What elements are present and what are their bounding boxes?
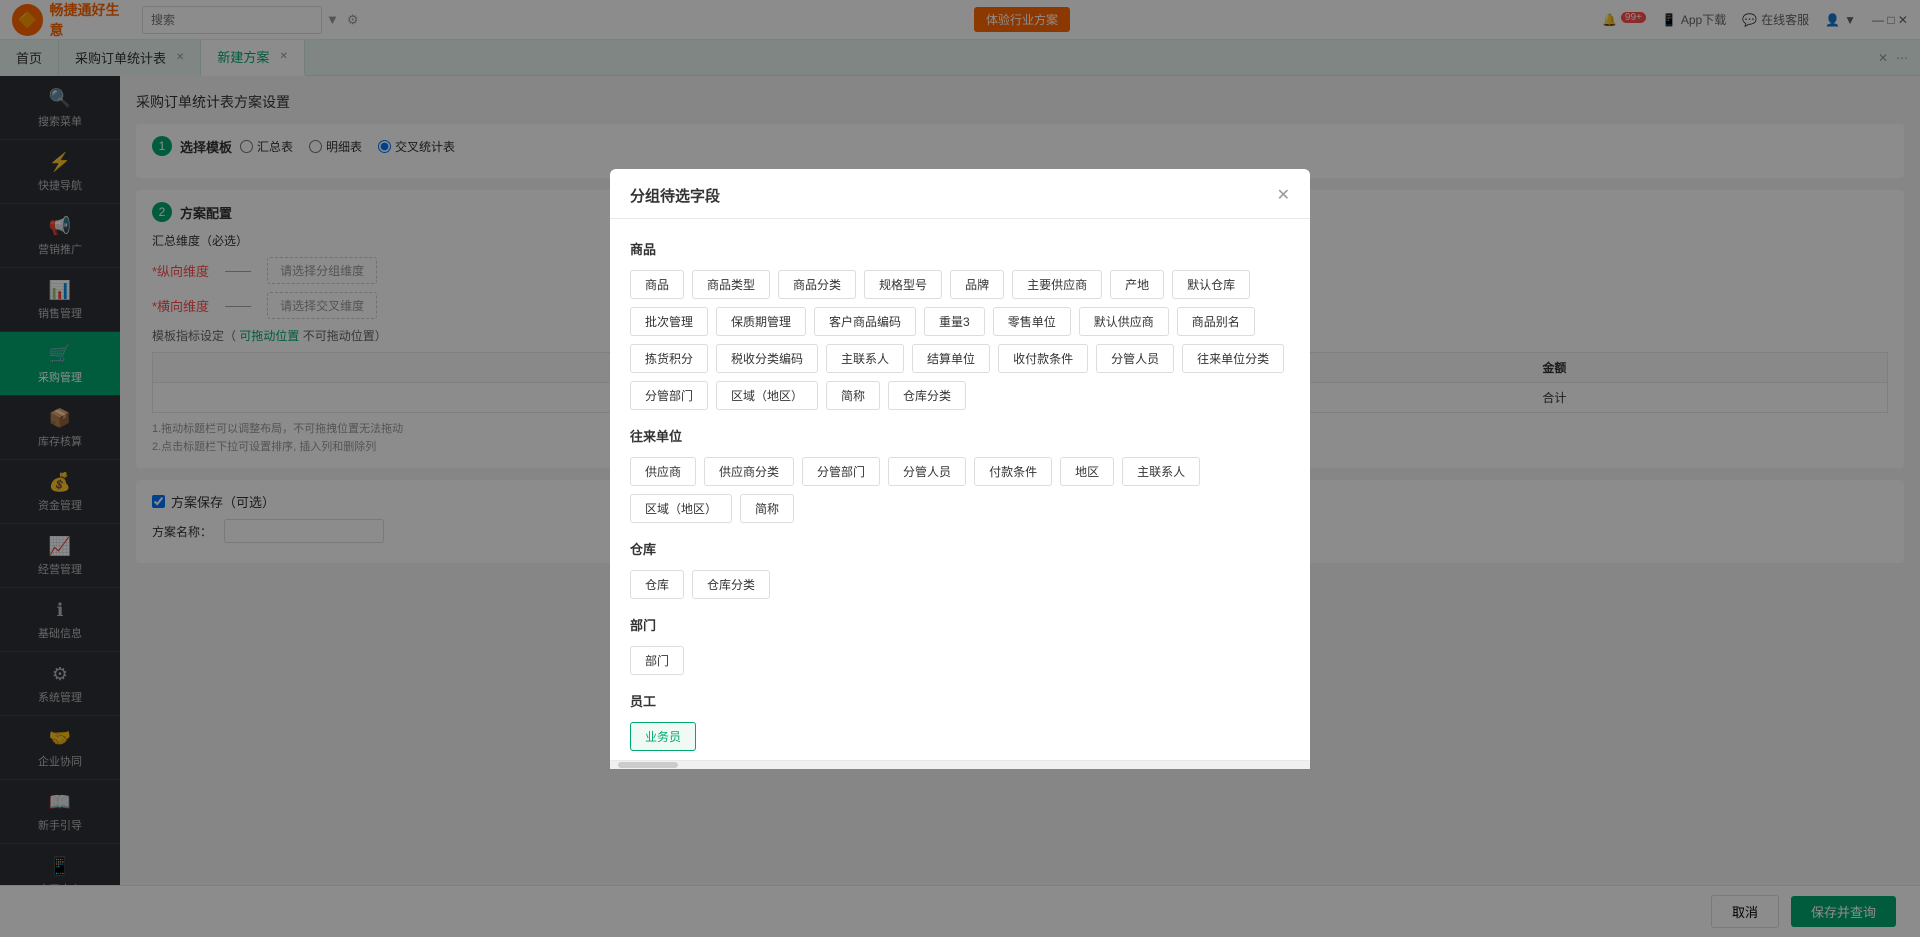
field-btn-managing-dept-partner[interactable]: 分管部门 bbox=[802, 457, 880, 486]
modal-horizontal-scrollbar[interactable] bbox=[610, 760, 1310, 768]
field-btn-tax-code[interactable]: 税收分类编码 bbox=[716, 344, 818, 373]
field-btn-supervisor-partner[interactable]: 分管人员 bbox=[888, 457, 966, 486]
field-btn-spec-model[interactable]: 规格型号 bbox=[864, 270, 942, 299]
modal-overlay[interactable]: 分组待选字段 ✕ 商品 商品 商品类型 商品分类 规格型号 品牌 主要供应商 产… bbox=[0, 0, 1920, 937]
section-title-goods: 商品 bbox=[630, 239, 1290, 258]
field-btn-default-supplier[interactable]: 默认供应商 bbox=[1079, 307, 1169, 336]
field-btn-goods-category[interactable]: 商品分类 bbox=[778, 270, 856, 299]
section-title-warehouse: 仓库 bbox=[630, 539, 1290, 558]
field-btn-settlement-unit[interactable]: 结算单位 bbox=[912, 344, 990, 373]
field-btn-warehouse-cat[interactable]: 仓库分类 bbox=[888, 381, 966, 410]
modal-header: 分组待选字段 ✕ bbox=[610, 169, 1310, 219]
field-btn-supervisor[interactable]: 分管人员 bbox=[1096, 344, 1174, 373]
field-btn-payment-terms-partner[interactable]: 付款条件 bbox=[974, 457, 1052, 486]
field-btn-warehouse-category[interactable]: 仓库分类 bbox=[692, 570, 770, 599]
field-btn-supplier[interactable]: 供应商 bbox=[630, 457, 696, 486]
field-btn-retail-unit[interactable]: 零售单位 bbox=[993, 307, 1071, 336]
field-btn-region-goods[interactable]: 区域（地区） bbox=[716, 381, 818, 410]
field-btn-warehouse[interactable]: 仓库 bbox=[630, 570, 684, 599]
field-btn-customer-goods-code[interactable]: 客户商品编码 bbox=[814, 307, 916, 336]
field-btn-short-name-goods[interactable]: 简称 bbox=[826, 381, 880, 410]
field-btn-salesperson[interactable]: 业务员 bbox=[630, 722, 696, 751]
field-btn-payment-terms[interactable]: 收付款条件 bbox=[998, 344, 1088, 373]
field-btn-biz-unit-category[interactable]: 往来单位分类 bbox=[1182, 344, 1284, 373]
field-btn-goods-type[interactable]: 商品类型 bbox=[692, 270, 770, 299]
field-btn-default-warehouse[interactable]: 默认仓库 bbox=[1172, 270, 1250, 299]
field-group-goods: 商品 商品类型 商品分类 规格型号 品牌 主要供应商 产地 默认仓库 批次管理 … bbox=[630, 270, 1290, 410]
section-title-employee: 员工 bbox=[630, 691, 1290, 710]
field-btn-pick-points[interactable]: 拣货积分 bbox=[630, 344, 708, 373]
field-btn-main-contact[interactable]: 主联系人 bbox=[826, 344, 904, 373]
section-title-partner: 往来单位 bbox=[630, 426, 1290, 445]
modal-body: 商品 商品 商品类型 商品分类 规格型号 品牌 主要供应商 产地 默认仓库 批次… bbox=[610, 219, 1310, 761]
modal-dialog: 分组待选字段 ✕ 商品 商品 商品类型 商品分类 规格型号 品牌 主要供应商 产… bbox=[610, 169, 1310, 769]
field-group-partner: 供应商 供应商分类 分管部门 分管人员 付款条件 地区 主联系人 区域（地区） … bbox=[630, 457, 1290, 523]
field-group-department: 部门 bbox=[630, 646, 1290, 675]
field-btn-short-name-partner[interactable]: 简称 bbox=[740, 494, 794, 523]
field-btn-main-contact-partner[interactable]: 主联系人 bbox=[1122, 457, 1200, 486]
field-btn-origin[interactable]: 产地 bbox=[1110, 270, 1164, 299]
field-btn-expiry-mgmt[interactable]: 保质期管理 bbox=[716, 307, 806, 336]
field-btn-goods[interactable]: 商品 bbox=[630, 270, 684, 299]
field-btn-department[interactable]: 部门 bbox=[630, 646, 684, 675]
field-btn-batch-mgmt[interactable]: 批次管理 bbox=[630, 307, 708, 336]
field-btn-brand[interactable]: 品牌 bbox=[950, 270, 1004, 299]
field-btn-area-region-partner[interactable]: 区域（地区） bbox=[630, 494, 732, 523]
field-btn-goods-alias[interactable]: 商品别名 bbox=[1177, 307, 1255, 336]
field-group-employee: 业务员 bbox=[630, 722, 1290, 751]
modal-title: 分组待选字段 bbox=[630, 185, 720, 206]
field-btn-supplier-category[interactable]: 供应商分类 bbox=[704, 457, 794, 486]
field-btn-weight3[interactable]: 重量3 bbox=[924, 307, 985, 336]
modal-close-button[interactable]: ✕ bbox=[1277, 185, 1290, 205]
field-btn-region-partner[interactable]: 地区 bbox=[1060, 457, 1114, 486]
field-btn-main-supplier[interactable]: 主要供应商 bbox=[1012, 270, 1102, 299]
h-scroll-thumb[interactable] bbox=[618, 762, 678, 768]
field-btn-managing-dept[interactable]: 分管部门 bbox=[630, 381, 708, 410]
section-title-department: 部门 bbox=[630, 615, 1290, 634]
field-group-warehouse: 仓库 仓库分类 bbox=[630, 570, 1290, 599]
